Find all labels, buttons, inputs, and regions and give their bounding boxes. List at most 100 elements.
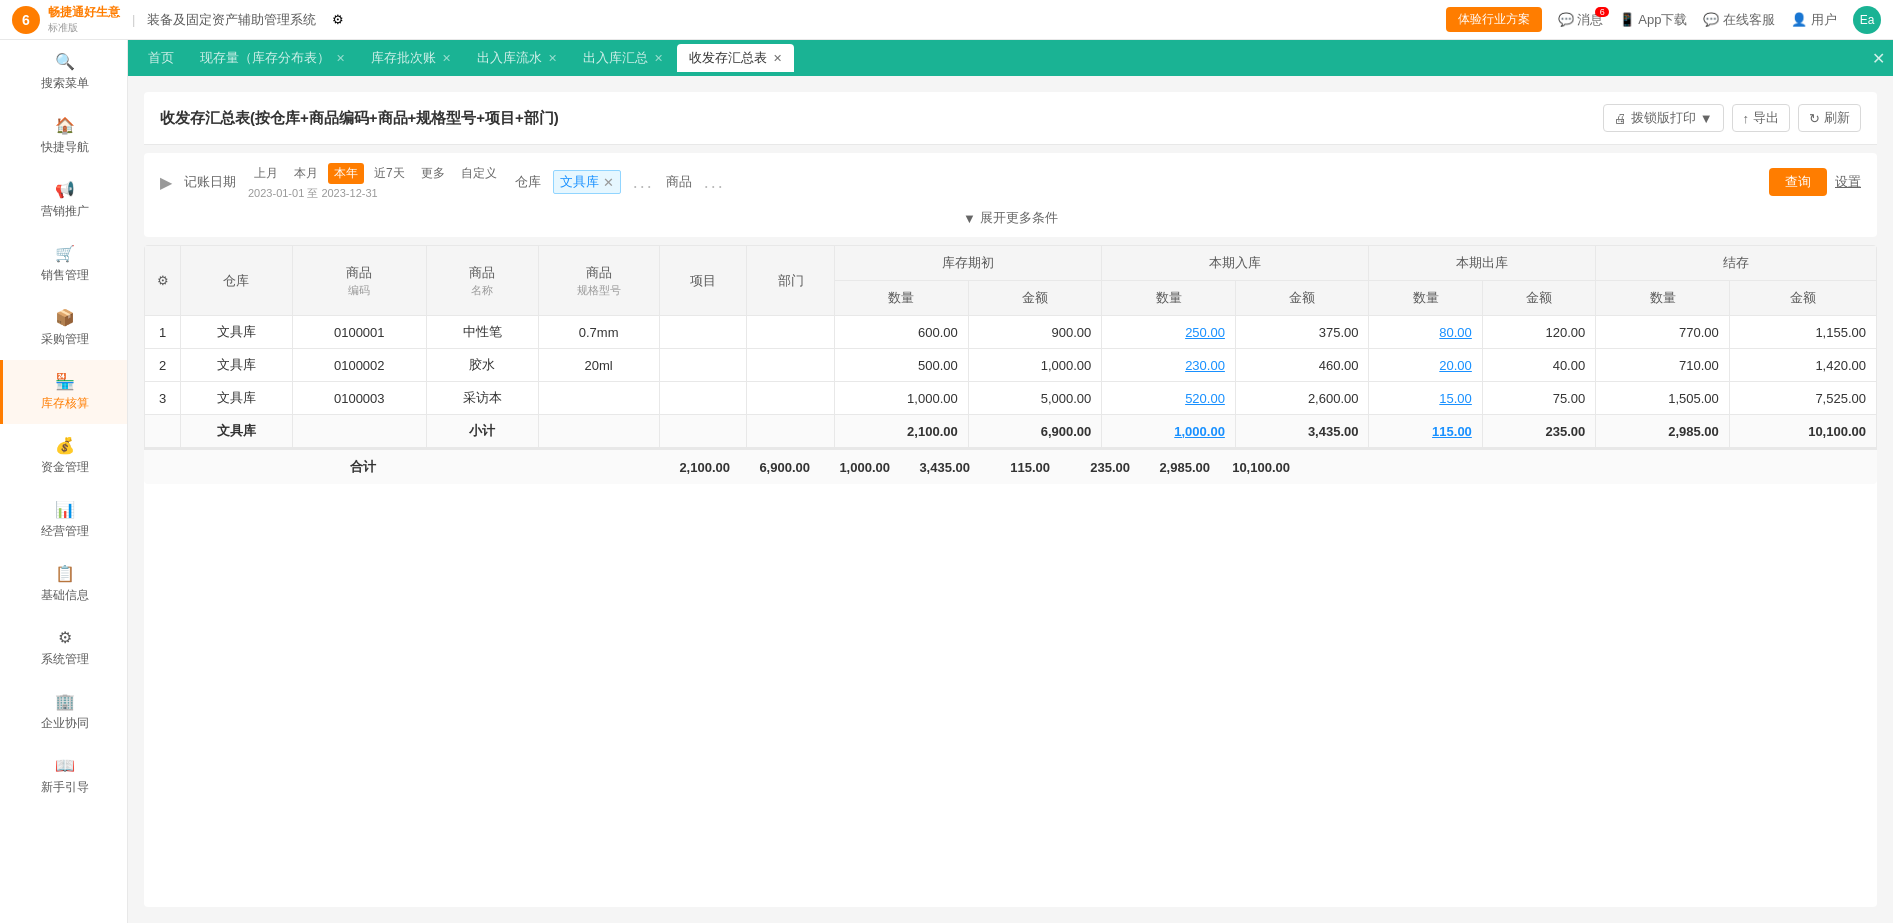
cell-dept-3 xyxy=(747,415,835,448)
sidebar: 🔍 搜索菜单 🏠 快捷导航 📢 营销推广 🛒 销售管理 📦 采购管理 🏪 库存核… xyxy=(0,40,128,923)
date-btn-this-month[interactable]: 本月 xyxy=(288,163,324,184)
th-department: 部门 xyxy=(747,246,835,316)
cell-out-qty-1[interactable]: 20.00 xyxy=(1369,349,1482,382)
table-settings-icon[interactable]: ⚙ xyxy=(157,273,169,288)
print-button[interactable]: 🖨 拨锁版打印 ▼ xyxy=(1603,104,1724,132)
sidebar-item-guide[interactable]: 📖 新手引导 xyxy=(0,744,127,808)
chevron-down-icon: ▼ xyxy=(1700,111,1713,126)
print-icon: 🖨 xyxy=(1614,111,1627,126)
cell-in-qty-3[interactable]: 1,000.00 xyxy=(1102,415,1236,448)
cell-out-qty-2[interactable]: 15.00 xyxy=(1369,382,1482,415)
date-btn-this-year[interactable]: 本年 xyxy=(328,163,364,184)
export-button[interactable]: ↑ 导出 xyxy=(1732,104,1791,132)
marketing-icon: 📢 xyxy=(55,180,75,199)
cell-out-qty-0[interactable]: 80.00 xyxy=(1369,316,1482,349)
th-open-qty: 数量 xyxy=(835,281,969,316)
page-content: 收发存汇总表(按仓库+商品编码+商品+规格型号+项目+部门) 🖨 拨锁版打印 ▼… xyxy=(128,76,1893,923)
date-btn-7days[interactable]: 近7天 xyxy=(368,163,411,184)
product-filter-label: 商品 xyxy=(666,173,692,191)
tab-close-stock-dist[interactable]: ✕ xyxy=(336,52,345,65)
th-opening: 库存期初 xyxy=(835,246,1102,281)
sidebar-item-system[interactable]: ⚙ 系统管理 xyxy=(0,616,127,680)
sidebar-item-inventory[interactable]: 🏪 库存核算 xyxy=(0,360,127,424)
tab-inout-flow[interactable]: 出入库流水 ✕ xyxy=(465,44,569,72)
message-icon: 💬 xyxy=(1558,12,1574,27)
expand-more-filters[interactable]: ▼ 展开更多条件 xyxy=(963,209,1058,227)
filter-collapse-icon[interactable]: ▶ xyxy=(160,173,172,192)
warehouse-more-options[interactable]: ... xyxy=(633,172,654,193)
refresh-button[interactable]: ↻ 刷新 xyxy=(1798,104,1861,132)
product-more-options[interactable]: ... xyxy=(704,172,725,193)
th-settings[interactable]: ⚙ xyxy=(145,246,181,316)
cell-in-qty-0[interactable]: 250.00 xyxy=(1102,316,1236,349)
sidebar-label-corp: 企业协同 xyxy=(41,715,89,732)
cell-warehouse-1: 文具库 xyxy=(181,349,293,382)
user-avatar-ea[interactable]: Ea xyxy=(1853,6,1881,34)
page-title: 收发存汇总表(按仓库+商品编码+商品+规格型号+项目+部门) xyxy=(160,109,559,128)
cell-seq-0: 1 xyxy=(145,316,181,349)
tab-batch[interactable]: 库存批次账 ✕ xyxy=(359,44,463,72)
cell-project-0 xyxy=(659,316,747,349)
th-open-amt: 金额 xyxy=(968,281,1102,316)
sidebar-item-basic[interactable]: 📋 基础信息 xyxy=(0,552,127,616)
sidebar-label-operation: 经营管理 xyxy=(41,523,89,540)
footer-in-amt: 3,435.00 xyxy=(890,460,970,475)
query-button[interactable]: 查询 xyxy=(1769,168,1827,196)
footer-bal-amt: 10,100.00 xyxy=(1210,460,1290,475)
tab-recv-send[interactable]: 收发存汇总表 ✕ xyxy=(677,44,794,72)
date-btn-more[interactable]: 更多 xyxy=(415,163,451,184)
tab-close-recv-send[interactable]: ✕ xyxy=(773,52,782,65)
sidebar-label-purchase: 采购管理 xyxy=(41,331,89,348)
tab-bar-close-button[interactable]: ✕ xyxy=(1872,49,1885,68)
th-in-amt: 金额 xyxy=(1235,281,1369,316)
top-bar-left: 6 畅捷通好生意 标准版 | 装备及固定资产辅助管理系统 ⚙ xyxy=(12,4,344,35)
cell-in-qty-1[interactable]: 230.00 xyxy=(1102,349,1236,382)
cell-dept-0 xyxy=(747,316,835,349)
page-header: 收发存汇总表(按仓库+商品编码+商品+规格型号+项目+部门) 🖨 拨锁版打印 ▼… xyxy=(144,92,1877,145)
footer-bal-qty: 2,985.00 xyxy=(1130,460,1210,475)
footer-label: 合计 xyxy=(350,458,450,476)
app-download[interactable]: 📱 App下载 xyxy=(1619,11,1687,29)
settings-link[interactable]: 设置 xyxy=(1835,173,1861,191)
home-icon: 🏠 xyxy=(55,116,75,135)
top-bar-right: 体验行业方案 💬 6 消息 📱 App下载 💬 在线客服 👤 用户 Ea xyxy=(1446,6,1881,34)
tab-stock-dist[interactable]: 现存量（库存分布表） ✕ xyxy=(188,44,357,72)
sidebar-item-finance[interactable]: 💰 资金管理 xyxy=(0,424,127,488)
th-bal-amt: 金额 xyxy=(1729,281,1876,316)
tab-inout-summary[interactable]: 出入库汇总 ✕ xyxy=(571,44,675,72)
sidebar-item-purchase[interactable]: 📦 采购管理 xyxy=(0,296,127,360)
sidebar-item-operation[interactable]: 📊 经营管理 xyxy=(0,488,127,552)
message-badge[interactable]: 💬 6 消息 xyxy=(1558,11,1604,29)
date-options-row: 上月 本月 本年 近7天 更多 自定义 xyxy=(248,163,503,184)
export-icon: ↑ xyxy=(1743,111,1750,126)
sidebar-item-search[interactable]: 🔍 搜索菜单 xyxy=(0,40,127,104)
date-btn-last-month[interactable]: 上月 xyxy=(248,163,284,184)
sidebar-item-corp[interactable]: 🏢 企业协同 xyxy=(0,680,127,744)
th-warehouse: 仓库 xyxy=(181,246,293,316)
th-bal-qty: 数量 xyxy=(1596,281,1730,316)
user-menu[interactable]: 👤 用户 xyxy=(1791,11,1837,29)
online-service[interactable]: 💬 在线客服 xyxy=(1703,11,1775,29)
cell-out-qty-3[interactable]: 115.00 xyxy=(1369,415,1482,448)
sidebar-item-sales[interactable]: 🛒 销售管理 xyxy=(0,232,127,296)
cell-warehouse-3: 文具库 xyxy=(181,415,293,448)
tab-close-inout-flow[interactable]: ✕ xyxy=(548,52,557,65)
cell-out-amt-1: 40.00 xyxy=(1482,349,1595,382)
cell-out-amt-2: 75.00 xyxy=(1482,382,1595,415)
sidebar-item-quick[interactable]: 🏠 快捷导航 xyxy=(0,104,127,168)
cell-spec-2 xyxy=(538,382,659,415)
tab-home[interactable]: 首页 xyxy=(136,44,186,72)
warehouse-tag-remove[interactable]: ✕ xyxy=(603,175,614,190)
cell-warehouse-2: 文具库 xyxy=(181,382,293,415)
trial-button[interactable]: 体验行业方案 xyxy=(1446,7,1542,32)
cell-name-2: 采访本 xyxy=(426,382,538,415)
sidebar-item-marketing[interactable]: 📢 营销推广 xyxy=(0,168,127,232)
app-info: 畅捷通好生意 标准版 xyxy=(48,4,120,35)
refresh-icon: ↻ xyxy=(1809,111,1820,126)
tab-close-inout-summary[interactable]: ✕ xyxy=(654,52,663,65)
date-btn-custom[interactable]: 自定义 xyxy=(455,163,503,184)
th-product-code: 商品 编码 xyxy=(292,246,426,316)
gear-setting[interactable]: ⚙ xyxy=(332,12,344,27)
cell-in-qty-2[interactable]: 520.00 xyxy=(1102,382,1236,415)
tab-close-batch[interactable]: ✕ xyxy=(442,52,451,65)
